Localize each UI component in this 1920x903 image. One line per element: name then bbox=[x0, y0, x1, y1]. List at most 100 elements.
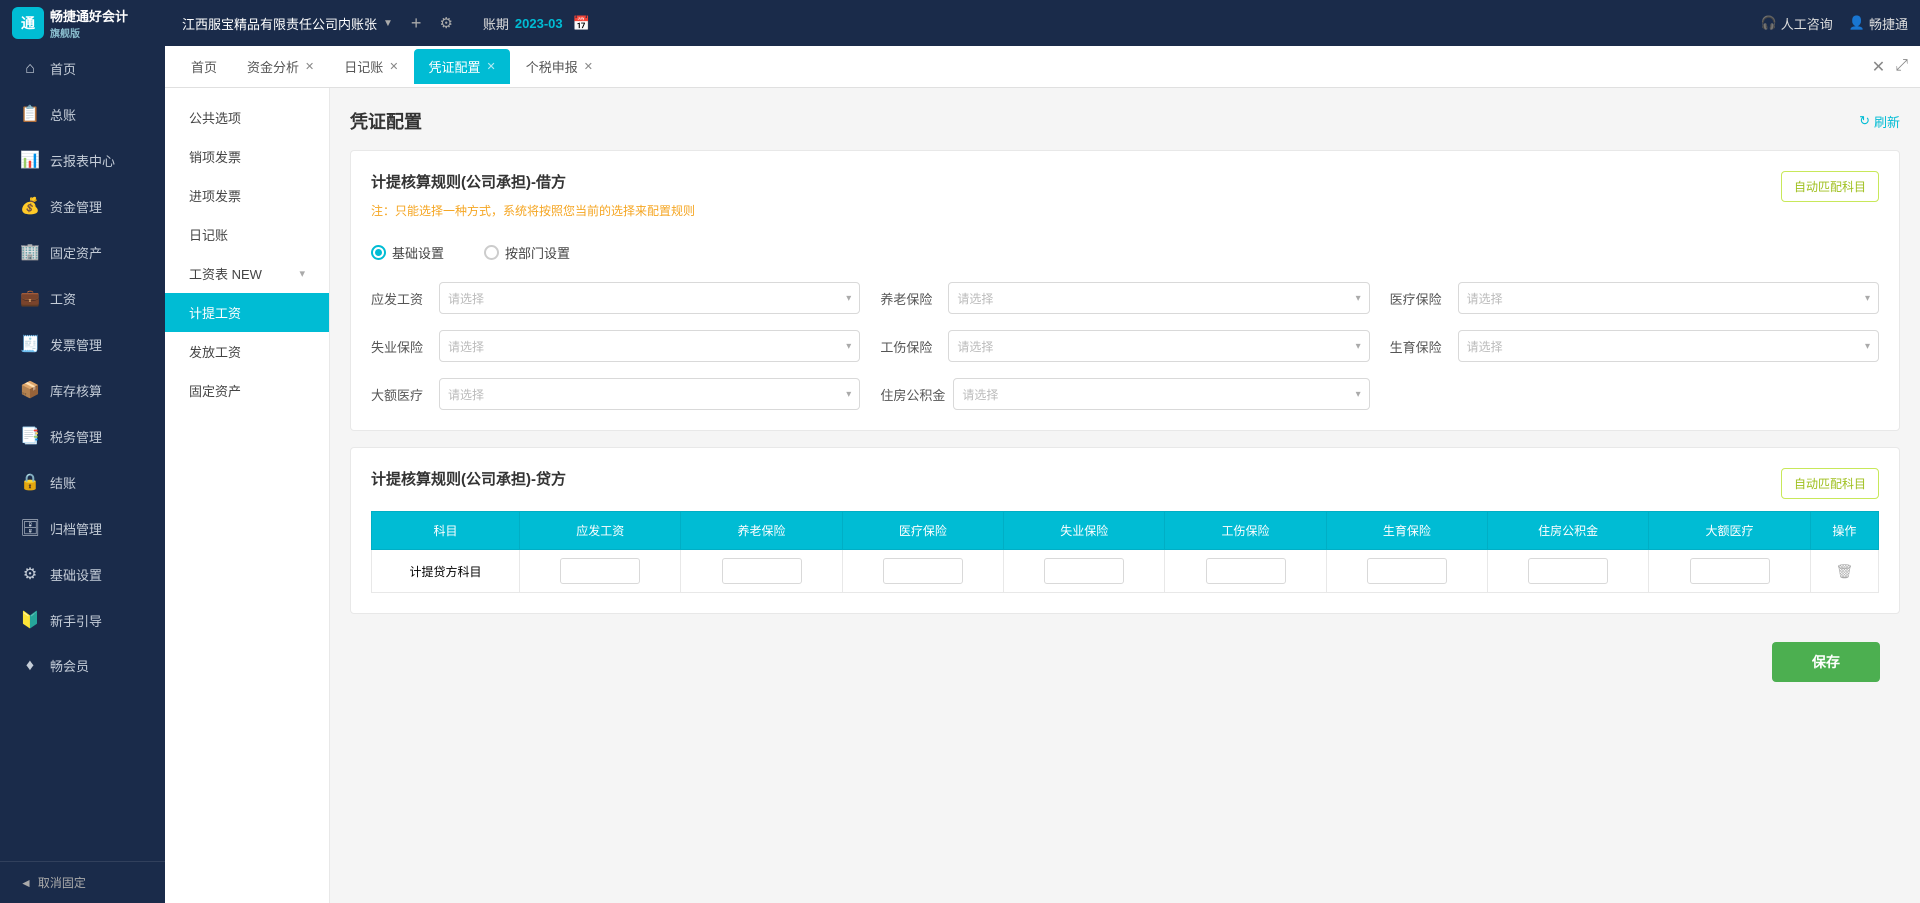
cell-large-medical bbox=[1649, 550, 1810, 593]
col-unemployment: 失业保险 bbox=[1004, 512, 1165, 550]
cell-housing bbox=[1488, 550, 1649, 593]
headset-icon: 🎧 bbox=[1761, 15, 1777, 31]
large-medical-select[interactable]: 请选择 ▾ bbox=[439, 378, 860, 410]
input-housing[interactable] bbox=[1528, 558, 1608, 584]
input-apply-salary[interactable] bbox=[560, 558, 640, 584]
sidebar-item-inventory[interactable]: 📦 库存核算 bbox=[0, 367, 165, 413]
refresh-icon: ↻ bbox=[1859, 113, 1870, 129]
pension-select[interactable]: 请选择 ▾ bbox=[948, 282, 1369, 314]
tab-voucher[interactable]: 凭证配置 ✕ bbox=[414, 49, 509, 84]
sidebar-item-reports[interactable]: 📊 云报表中心 bbox=[0, 137, 165, 183]
tab-funds[interactable]: 资金分析 ✕ bbox=[233, 49, 328, 84]
logo-icon: 通 bbox=[12, 7, 44, 39]
sidebar: ⌂ 首页 📋 总账 📊 云报表中心 💰 资金管理 🏢 固定资产 💼 工资 🧾 发… bbox=[0, 46, 165, 903]
input-maternity[interactable] bbox=[1367, 558, 1447, 584]
refresh-button[interactable]: ↻ 刷新 bbox=[1859, 112, 1900, 131]
chevron-down-icon: ▾ bbox=[846, 293, 851, 304]
housing-fund-select[interactable]: 请选择 ▾ bbox=[953, 378, 1369, 410]
cell-maternity bbox=[1326, 550, 1487, 593]
cell-medical bbox=[842, 550, 1003, 593]
auto-match-credit-button[interactable]: 自动匹配科目 bbox=[1781, 468, 1879, 499]
left-nav-sales[interactable]: 销项发票 bbox=[165, 137, 329, 176]
input-injury[interactable] bbox=[1206, 558, 1286, 584]
close-journal-tab[interactable]: ✕ bbox=[389, 60, 398, 73]
unemployment-select[interactable]: 请选择 ▾ bbox=[439, 330, 860, 362]
sidebar-item-funds[interactable]: 💰 资金管理 bbox=[0, 183, 165, 229]
chevron-down-icon: ▾ bbox=[1356, 293, 1361, 304]
col-large-medical: 大额医疗 bbox=[1649, 512, 1810, 550]
sidebar-item-archive[interactable]: 🗄 归档管理 bbox=[0, 505, 165, 551]
calendar-icon[interactable]: 📅 bbox=[573, 15, 590, 32]
left-nav-salary-table[interactable]: 工资表 NEW ▾ bbox=[165, 254, 329, 293]
sidebar-item-assets[interactable]: 🏢 固定资产 bbox=[0, 229, 165, 275]
sidebar-item-guide[interactable]: 🔰 新手引导 bbox=[0, 597, 165, 643]
close-funds-tab[interactable]: ✕ bbox=[305, 60, 314, 73]
left-nav-public[interactable]: 公共选项 bbox=[165, 98, 329, 137]
tab-home[interactable]: 首页 bbox=[177, 49, 231, 84]
maternity-select[interactable]: 请选择 ▾ bbox=[1458, 330, 1879, 362]
close-voucher-tab[interactable]: ✕ bbox=[487, 60, 496, 73]
input-large-medical[interactable] bbox=[1690, 558, 1770, 584]
apply-salary-select[interactable]: 请选择 ▾ bbox=[439, 282, 860, 314]
company-dropdown-icon: ▼ bbox=[383, 18, 393, 29]
auto-match-debit-button[interactable]: 自动匹配科目 bbox=[1781, 171, 1879, 202]
delete-row-icon[interactable]: 🗑 bbox=[1835, 563, 1853, 579]
col-housing: 住房公积金 bbox=[1488, 512, 1649, 550]
radio-basic-setting[interactable]: 基础设置 bbox=[371, 243, 444, 262]
sidebar-item-close[interactable]: 🔒 结账 bbox=[0, 459, 165, 505]
chevron-down-icon: ▾ bbox=[1356, 389, 1361, 400]
field-pension: 养老保险 请选择 ▾ bbox=[880, 282, 1369, 314]
injury-select[interactable]: 请选择 ▾ bbox=[948, 330, 1369, 362]
medical-select[interactable]: 请选择 ▾ bbox=[1458, 282, 1879, 314]
col-injury: 工伤保险 bbox=[1165, 512, 1326, 550]
close-tax-tab[interactable]: ✕ bbox=[584, 60, 593, 73]
save-bar: 保存 bbox=[350, 630, 1900, 694]
expand-icon: ▾ bbox=[299, 267, 305, 280]
sidebar-item-salary[interactable]: 💼 工资 bbox=[0, 275, 165, 321]
col-action: 操作 bbox=[1810, 512, 1878, 550]
input-medical[interactable] bbox=[883, 558, 963, 584]
maximize-window-icon[interactable]: ⤢ bbox=[1895, 57, 1908, 77]
radio-department-setting[interactable]: 按部门设置 bbox=[484, 243, 570, 262]
tab-tax[interactable]: 个税申报 ✕ bbox=[512, 49, 607, 84]
consult-button[interactable]: 🎧 人工咨询 bbox=[1761, 14, 1833, 33]
field-unemployment: 失业保险 请选择 ▾ bbox=[371, 330, 860, 362]
save-button[interactable]: 保存 bbox=[1772, 642, 1880, 682]
sidebar-item-tax[interactable]: 📑 税务管理 bbox=[0, 413, 165, 459]
account-period: 账期 2023-03 📅 bbox=[483, 14, 590, 33]
add-tab-button[interactable]: + bbox=[411, 13, 422, 34]
sidebar-item-ledger[interactable]: 📋 总账 bbox=[0, 91, 165, 137]
sidebar-item-home[interactable]: ⌂ 首页 bbox=[0, 46, 165, 91]
field-large-medical: 大额医疗 请选择 ▾ bbox=[371, 378, 860, 410]
settings-gear-icon[interactable]: ⚙ bbox=[439, 14, 452, 32]
home-icon: ⌂ bbox=[20, 60, 40, 78]
close-window-icon[interactable]: ✕ bbox=[1872, 57, 1885, 77]
chevron-down-icon: ▾ bbox=[1356, 341, 1361, 352]
left-nav-fixed-assets[interactable]: 固定资产 bbox=[165, 371, 329, 410]
left-nav-purchase[interactable]: 进项发票 bbox=[165, 176, 329, 215]
field-injury: 工伤保险 请选择 ▾ bbox=[880, 330, 1369, 362]
guide-icon: 🔰 bbox=[20, 610, 40, 630]
left-nav-pay-salary[interactable]: 发放工资 bbox=[165, 332, 329, 371]
cell-unemployment bbox=[1004, 550, 1165, 593]
right-panel: 首页 资金分析 ✕ 日记账 ✕ 凭证配置 ✕ 个税申报 ✕ ✕ ⤢ bbox=[165, 46, 1920, 903]
credit-table: 科目 应发工资 养老保险 医疗保险 失业保险 工伤保险 生育保险 住房公积金 大… bbox=[371, 511, 1879, 593]
sidebar-item-vip[interactable]: ♦ 畅会员 bbox=[0, 643, 165, 688]
left-nav-journal[interactable]: 日记账 bbox=[165, 215, 329, 254]
window-actions: ✕ ⤢ bbox=[1872, 57, 1908, 77]
credit-table-wrap: 科目 应发工资 养老保险 医疗保险 失业保险 工伤保险 生育保险 住房公积金 大… bbox=[371, 511, 1879, 593]
input-unemployment[interactable] bbox=[1044, 558, 1124, 584]
sidebar-item-settings[interactable]: ⚙ 基础设置 bbox=[0, 551, 165, 597]
field-housing-fund: 住房公积金 请选择 ▾ bbox=[880, 378, 1369, 410]
tab-journal[interactable]: 日记账 ✕ bbox=[330, 49, 412, 84]
cancel-fixed-button[interactable]: ◄ 取消固定 bbox=[0, 861, 165, 903]
radio-basic-circle bbox=[371, 245, 386, 260]
top-bar: 通 畅捷通好会计 旗舰版 江西服宝精品有限责任公司内账张 ▼ + ⚙ 账期 20… bbox=[0, 0, 1920, 46]
col-apply-salary: 应发工资 bbox=[520, 512, 681, 550]
sidebar-item-invoice[interactable]: 🧾 发票管理 bbox=[0, 321, 165, 367]
user-account[interactable]: 👤 畅捷通 bbox=[1849, 14, 1908, 33]
tab-bar: 首页 资金分析 ✕ 日记账 ✕ 凭证配置 ✕ 个税申报 ✕ ✕ ⤢ bbox=[165, 46, 1920, 88]
left-nav-calc-salary[interactable]: 计提工资 bbox=[165, 293, 329, 332]
input-pension[interactable] bbox=[722, 558, 802, 584]
company-selector[interactable]: 江西服宝精品有限责任公司内账张 ▼ bbox=[182, 14, 393, 33]
